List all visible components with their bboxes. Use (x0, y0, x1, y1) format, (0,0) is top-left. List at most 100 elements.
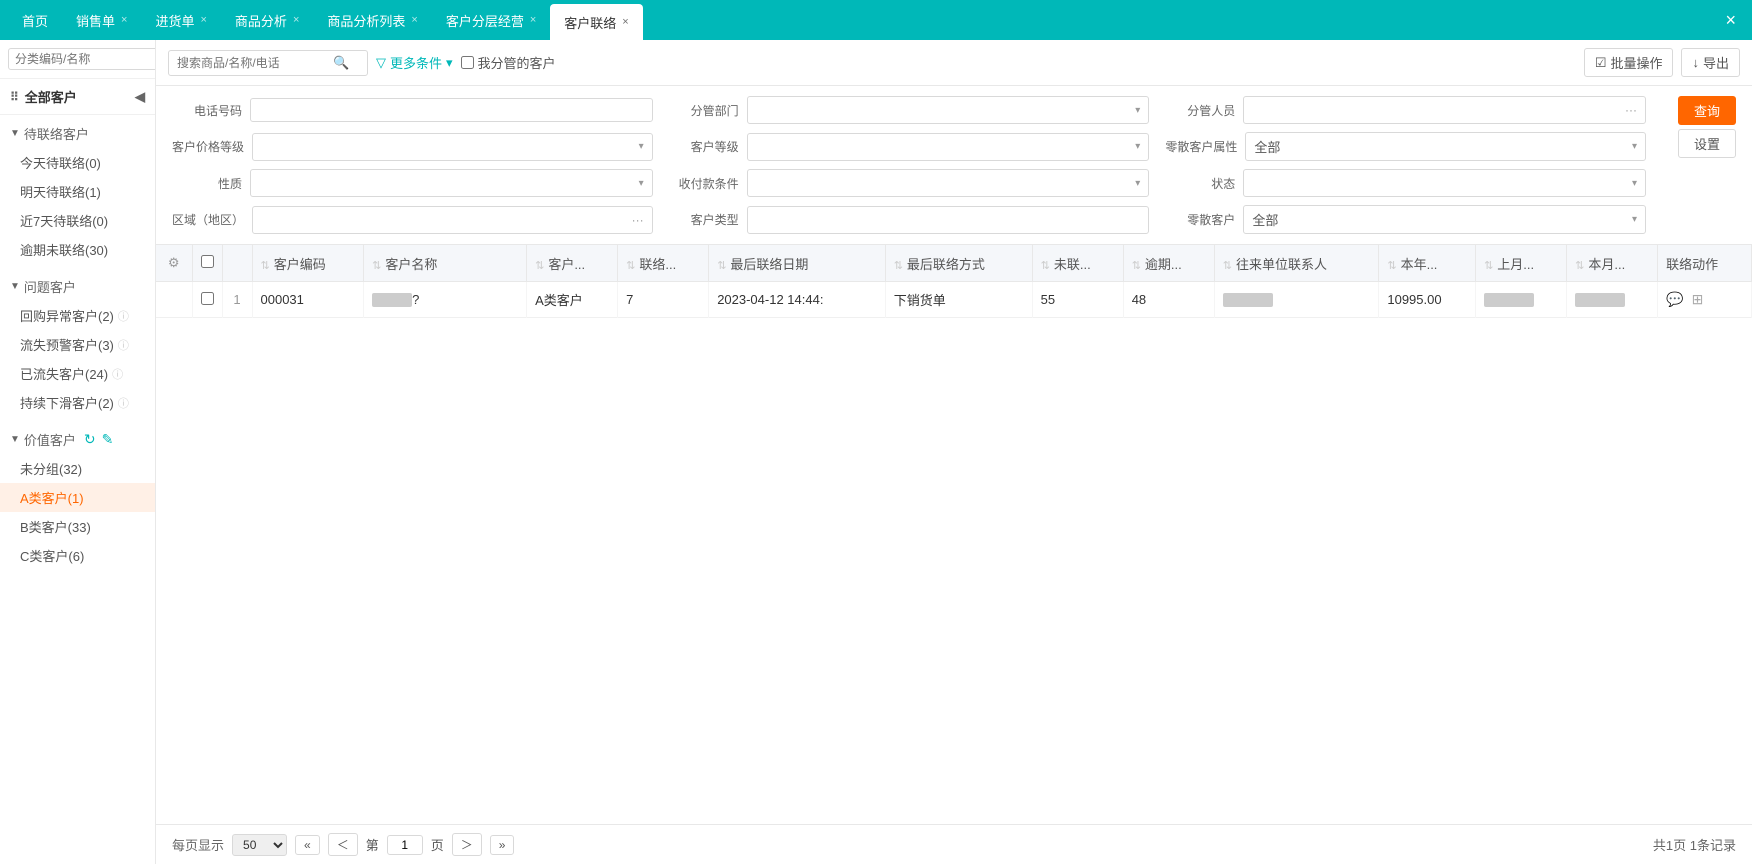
settings-button[interactable]: 设置 (1678, 129, 1736, 158)
filter-row-2: 客户价格等级 ▾ 客户等级 ▾ (172, 132, 1662, 161)
action-icons-group: 💬 ⊞ (1666, 291, 1743, 308)
section-pending-contact-title[interactable]: ▼ 待联络客户 (0, 119, 155, 148)
sidebar-item-today[interactable]: 今天待联络(0) (0, 148, 155, 177)
dots-icon: ··· (1625, 103, 1637, 117)
next-page-button[interactable]: ＞ (452, 833, 482, 856)
sidebar-item-7days[interactable]: 近7天待联络(0) (0, 206, 155, 235)
row-type-cell: A类客户 (527, 282, 618, 318)
close-product-list-tab[interactable]: × (411, 14, 417, 26)
filter-select-dept[interactable]: ▾ (747, 96, 1150, 124)
close-sales-tab[interactable]: × (121, 14, 127, 26)
filter-label-manager: 分管人员 (1165, 102, 1235, 119)
nav-tab-customer-contact[interactable]: 客户联络 × (550, 4, 642, 40)
sidebar-item-tomorrow[interactable]: 明天待联络(1) (0, 177, 155, 206)
filter-select-nature[interactable]: ▾ (250, 169, 653, 197)
nav-tab-customer-tier[interactable]: 客户分层经营 × (432, 0, 550, 40)
close-purchase-tab[interactable]: × (200, 14, 206, 26)
filter-select-customer-type[interactable] (747, 206, 1150, 234)
sidebar-item-overdue[interactable]: 逾期未联络(30) (0, 235, 155, 264)
page-number-input[interactable] (387, 835, 423, 855)
last-way-link[interactable]: 下销货单 (894, 293, 946, 308)
filter-label-dept: 分管部门 (669, 102, 739, 119)
filter-select-price-tier[interactable]: ▾ (252, 133, 653, 161)
sort-icon-year: ⇅ (1387, 260, 1396, 272)
sort-icon-type: ⇅ (535, 260, 544, 272)
batch-op-icon: ☑ (1595, 55, 1607, 71)
my-customer-filter: 我分管的客户 (461, 53, 556, 72)
batch-op-button[interactable]: ☑ 批量操作 (1584, 48, 1674, 77)
table-settings-button[interactable]: ⚙ (166, 253, 182, 273)
filter-select-payment[interactable]: ▾ (747, 169, 1150, 197)
sort-icon-contact: ⇅ (626, 260, 635, 272)
export-button[interactable]: ↓ 导出 (1681, 48, 1740, 77)
filter-search-icon[interactable]: 🔍 (333, 55, 349, 71)
info-icon-lost[interactable]: ⓘ (112, 366, 123, 382)
nav-tab-purchase[interactable]: 进货单 × (141, 0, 220, 40)
row-last-month-cell (1476, 282, 1567, 318)
select-all-checkbox[interactable] (201, 255, 214, 268)
filter-label-region: 区域（地区） (172, 211, 244, 228)
chevron-down-icon-2: ▾ (639, 141, 644, 152)
filter-search-input[interactable] (177, 56, 327, 70)
sidebar-item-b-class[interactable]: B类客户(33) (0, 512, 155, 541)
sidebar-item-declining[interactable]: 持续下滑客户(2) ⓘ (0, 388, 155, 417)
sort-icon-overdue: ⇅ (1132, 260, 1141, 272)
refresh-value-icon[interactable]: ↻ (84, 431, 96, 448)
row-checkbox[interactable] (201, 292, 214, 305)
query-button[interactable]: 查询 (1678, 96, 1736, 125)
close-customer-contact-tab[interactable]: × (622, 16, 628, 28)
col-code-header: ⇅客户编码 (252, 245, 364, 282)
section-value-title[interactable]: ▼ 价值客户 ↻ ✎ (0, 425, 155, 454)
row-overdue-cell: 48 (1123, 282, 1214, 318)
info-icon-repurchase[interactable]: ⓘ (118, 308, 129, 324)
nav-home[interactable]: 首页 (8, 0, 62, 40)
filter-select-manager[interactable]: ··· (1243, 96, 1646, 124)
sidebar-collapse-button[interactable]: ◀ (135, 89, 145, 105)
filter-select-scatter-attr[interactable]: 全部 ▾ (1245, 132, 1646, 161)
section-pending-contact: ▼ 待联络客户 今天待联络(0) 明天待联络(1) 近7天待联络(0) 逾期未联… (0, 115, 155, 268)
col-checkbox-header (192, 245, 222, 282)
more-filters-button[interactable]: ▽ 更多条件 ▾ (376, 53, 453, 72)
col-action-header: 联络动作 (1658, 245, 1752, 282)
info-icon-churn-warning[interactable]: ⓘ (118, 337, 129, 353)
sidebar-search-input[interactable] (8, 48, 156, 70)
last-page-button[interactable]: » (490, 835, 515, 855)
sidebar-item-lost[interactable]: 已流失客户(24) ⓘ (0, 359, 155, 388)
sidebar-item-churn-warning[interactable]: 流失预警客户(3) ⓘ (0, 330, 155, 359)
filter-select-region[interactable]: ··· (252, 206, 653, 234)
chevron-down-icon-4: ▾ (1632, 141, 1637, 152)
filter-toolbar: 🔍 ▽ 更多条件 ▾ 我分管的客户 ☑ 批量操作 ↓ 导出 (156, 40, 1752, 86)
customer-table: ⚙ ⇅客户编码 ⇅客户名称 ⇅客户... ⇅联络... ⇅最后联络日期 ⇅最后联… (156, 245, 1752, 318)
sidebar-item-a-class[interactable]: A类客户(1) (0, 483, 155, 512)
filter-select-scatter[interactable]: 全部 ▾ (1243, 205, 1646, 234)
message-action-icon[interactable]: 💬 (1666, 291, 1683, 308)
first-page-button[interactable]: « (295, 835, 320, 855)
nav-tab-product-list[interactable]: 商品分析列表 × (313, 0, 431, 40)
edit-value-icon[interactable]: ✎ (102, 431, 114, 448)
filter-input-phone[interactable] (250, 98, 653, 122)
filter-row-3: 性质 ▾ 收付款条件 ▾ (172, 169, 1662, 197)
customer-table-area: ⚙ ⇅客户编码 ⇅客户名称 ⇅客户... ⇅联络... ⇅最后联络日期 ⇅最后联… (156, 245, 1752, 824)
page-size-select[interactable]: 50 100 200 (232, 834, 287, 856)
filter-cell-scatter: 零散客户 全部 ▾ (1165, 205, 1662, 234)
sidebar-item-c-class[interactable]: C类客户(6) (0, 541, 155, 570)
qr-action-icon[interactable]: ⊞ (1692, 291, 1704, 308)
sidebar-item-unclassified[interactable]: 未分组(32) (0, 454, 155, 483)
section-value-customers: ▼ 价值客户 ↻ ✎ 未分组(32) A类客户(1) B类客户(33) C类客户… (0, 421, 155, 574)
filter-select-status[interactable]: ▾ (1243, 169, 1646, 197)
close-all-tabs[interactable]: × (1717, 10, 1744, 31)
close-customer-tier-tab[interactable]: × (530, 14, 536, 26)
info-icon-declining[interactable]: ⓘ (118, 395, 129, 411)
my-customer-checkbox[interactable] (461, 56, 474, 69)
filter-select-customer-tier[interactable]: ▾ (747, 133, 1150, 161)
close-product-analysis-tab[interactable]: × (293, 14, 299, 26)
prev-page-button[interactable]: ＜ (328, 833, 358, 856)
page-size-label: 每页显示 (172, 835, 224, 854)
sidebar: 🔍 ⠿ 全部客户 ◀ ▼ 待联络客户 今天待联络(0) 明天待联络(1) 近7天… (0, 40, 156, 864)
section-problem-title[interactable]: ▼ 问题客户 (0, 272, 155, 301)
nav-tab-sales[interactable]: 销售单 × (62, 0, 141, 40)
value-arrow-icon: ▼ (10, 434, 20, 445)
nav-tab-product-analysis[interactable]: 商品分析 × (221, 0, 313, 40)
sidebar-item-repurchase-abnormal[interactable]: 回购异常客户(2) ⓘ (0, 301, 155, 330)
col-this-month-header: ⇅本月... (1567, 245, 1658, 282)
